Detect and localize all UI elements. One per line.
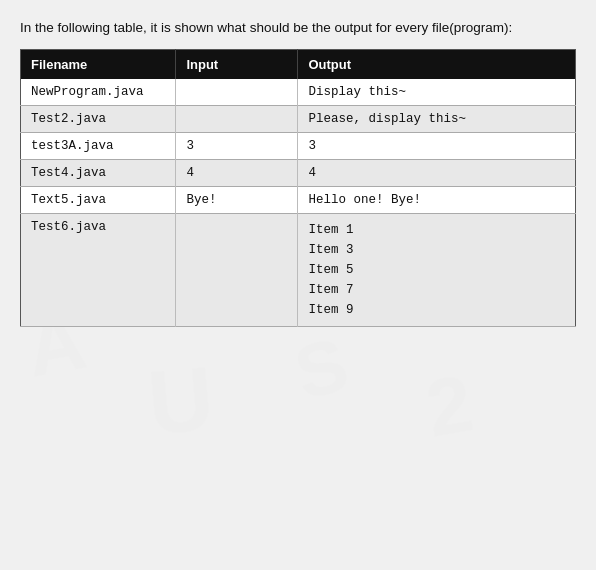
output-line: Item 5 xyxy=(308,260,565,280)
cell-output: 4 xyxy=(298,160,576,187)
cell-input: Bye! xyxy=(176,187,298,214)
header-row: Filename Input Output xyxy=(21,50,576,80)
main-content: In the following table, it is shown what… xyxy=(20,20,576,327)
table-row: Test4.java44 xyxy=(21,160,576,187)
table-row: NewProgram.java Display this~ xyxy=(21,79,576,106)
table-header: Filename Input Output xyxy=(21,50,576,80)
header-input: Input xyxy=(176,50,298,80)
output-line: Item 3 xyxy=(308,240,565,260)
cell-filename: Test4.java xyxy=(21,160,176,187)
svg-text:S: S xyxy=(286,321,356,415)
svg-text:2: 2 xyxy=(420,358,479,453)
program-table: Filename Input Output NewProgram.java Dis… xyxy=(20,49,576,327)
table-row: test3A.java33 xyxy=(21,133,576,160)
intro-paragraph: In the following table, it is shown what… xyxy=(20,20,576,35)
header-output: Output xyxy=(298,50,576,80)
cell-filename: Text5.java xyxy=(21,187,176,214)
cell-input: 3 xyxy=(176,133,298,160)
cell-output: 3 xyxy=(298,133,576,160)
cell-output: Item 1Item 3Item 5Item 7Item 9 xyxy=(298,214,576,327)
table-row: Test2.java Please, display this~ xyxy=(21,106,576,133)
header-filename: Filename xyxy=(21,50,176,80)
svg-text:U: U xyxy=(144,348,217,453)
cell-output: Please, display this~ xyxy=(298,106,576,133)
table-body: NewProgram.java Display this~ Test2.java Pl… xyxy=(21,79,576,327)
cell-output: Hello one! Bye! xyxy=(298,187,576,214)
cell-filename: NewProgram.java xyxy=(21,79,176,106)
output-line: Item 7 xyxy=(308,280,565,300)
output-line: Item 1 xyxy=(308,220,565,240)
table-row: Text5.javaBye!Hello one! Bye! xyxy=(21,187,576,214)
output-line: Item 9 xyxy=(308,300,565,320)
cell-filename: Test2.java xyxy=(21,106,176,133)
cell-input xyxy=(176,79,298,106)
cell-input xyxy=(176,106,298,133)
cell-filename: test3A.java xyxy=(21,133,176,160)
cell-filename: Test6.java xyxy=(21,214,176,327)
cell-input: 4 xyxy=(176,160,298,187)
cell-input xyxy=(176,214,298,327)
cell-output: Display this~ xyxy=(298,79,576,106)
table-row: Test6.java Item 1Item 3Item 5Item 7Item 9 xyxy=(21,214,576,327)
multiline-output: Item 1Item 3Item 5Item 7Item 9 xyxy=(308,220,565,320)
